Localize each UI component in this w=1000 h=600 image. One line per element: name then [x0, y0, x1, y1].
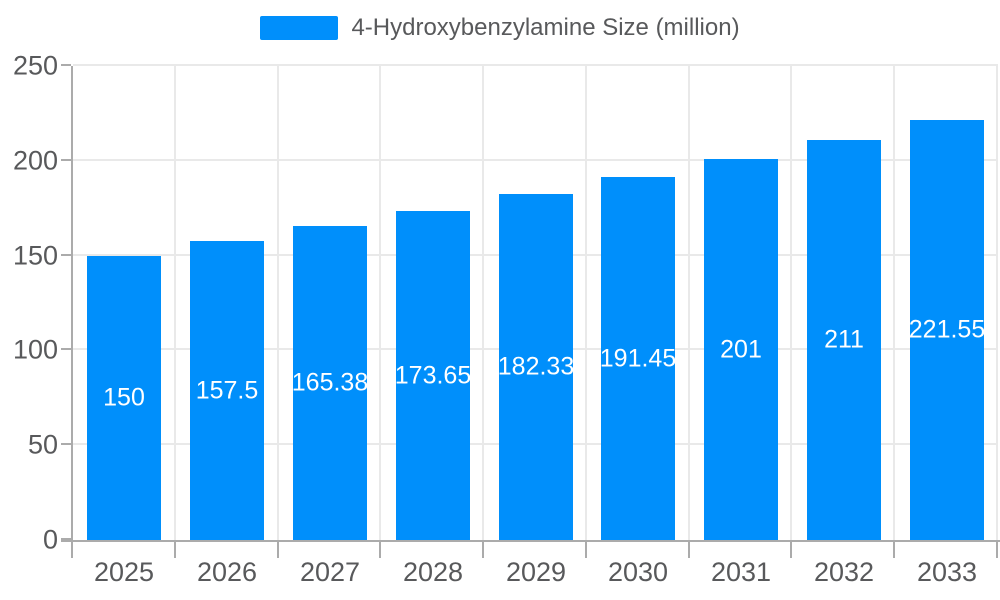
y-gridline: [73, 64, 998, 66]
bar-value-label: 157.5: [195, 376, 259, 404]
y-axis-line: [71, 66, 73, 558]
x-axis-label-2033: 2033: [916, 557, 978, 587]
bar-value-label: 201: [720, 335, 762, 363]
bar-value-label: 221.55: [908, 315, 986, 344]
x-gridline: [277, 66, 279, 540]
x-axis-label-2031: 2031: [710, 557, 772, 587]
x-gridline: [893, 66, 895, 540]
legend[interactable]: 4-Hydroxybenzylamine Size (million): [0, 14, 1000, 43]
bar-2030[interactable]: 191.45: [599, 177, 677, 540]
x-gridline: [585, 66, 587, 540]
bar-value-label: 165.38: [291, 368, 369, 397]
x-axis-line: [61, 540, 1000, 542]
x-tick: [174, 542, 176, 558]
legend-marker: [260, 16, 339, 41]
y-axis-label: 100: [12, 334, 58, 365]
bar-2028[interactable]: 173.65: [394, 211, 472, 540]
bar-value-label: 173.65: [394, 361, 472, 389]
x-tick: [893, 542, 895, 558]
x-axis-label-2029: 2029: [505, 557, 567, 587]
x-gridline: [688, 66, 690, 540]
x-axis-label-2028: 2028: [402, 557, 464, 587]
x-tick: [790, 542, 792, 558]
bar-2031[interactable]: 201: [704, 159, 778, 540]
y-axis-label: 150: [12, 240, 58, 271]
y-tick: [61, 159, 71, 161]
x-gridline: [996, 66, 998, 540]
x-tick: [996, 542, 998, 558]
bar-2025[interactable]: 150: [87, 256, 161, 540]
x-gridline: [379, 66, 381, 540]
legend-label: 4-Hydroxybenzylamine Size (million): [351, 14, 740, 41]
bar-2033[interactable]: 221.55: [908, 120, 986, 540]
x-axis-label-2030: 2030: [607, 557, 669, 587]
x-tick: [482, 542, 484, 558]
y-tick: [61, 254, 71, 256]
bar-2027[interactable]: 165.38: [291, 226, 369, 540]
x-tick: [585, 542, 587, 558]
y-axis-label: 200: [12, 145, 58, 176]
x-gridline: [482, 66, 484, 540]
y-axis-label: 50: [27, 429, 58, 460]
x-axis-label-2025: 2025: [93, 557, 155, 587]
bar-value-label: 182.33: [497, 352, 575, 381]
bar-value-label: 191.45: [599, 344, 677, 372]
y-axis-label: 250: [12, 50, 58, 81]
x-axis-label-2032: 2032: [813, 557, 875, 587]
x-tick: [688, 542, 690, 558]
x-axis-label-2026: 2026: [196, 557, 258, 587]
y-tick: [61, 538, 71, 540]
bar-chart: 4-Hydroxybenzylamine Size (million) 0 50 1…: [0, 0, 1000, 600]
bar-2032[interactable]: 211: [807, 140, 881, 540]
bar-value-label: 150: [103, 383, 145, 412]
x-axis-label-2027: 2027: [299, 557, 361, 587]
y-axis-label: 0: [42, 524, 58, 555]
y-tick: [61, 443, 71, 445]
x-gridline: [174, 66, 176, 540]
plot-area: 0 50 100 150 200 250 2025 2026 2027 2028 2029 2030 2…: [13, 52, 1000, 586]
bar-2029[interactable]: 182.33: [497, 194, 575, 540]
bar-value-label: 211: [824, 325, 864, 354]
y-tick: [61, 64, 71, 66]
bar-2026[interactable]: 157.5: [190, 241, 264, 540]
x-tick: [379, 542, 381, 558]
x-gridline: [790, 66, 792, 540]
x-tick: [277, 542, 279, 558]
y-tick: [61, 348, 71, 350]
